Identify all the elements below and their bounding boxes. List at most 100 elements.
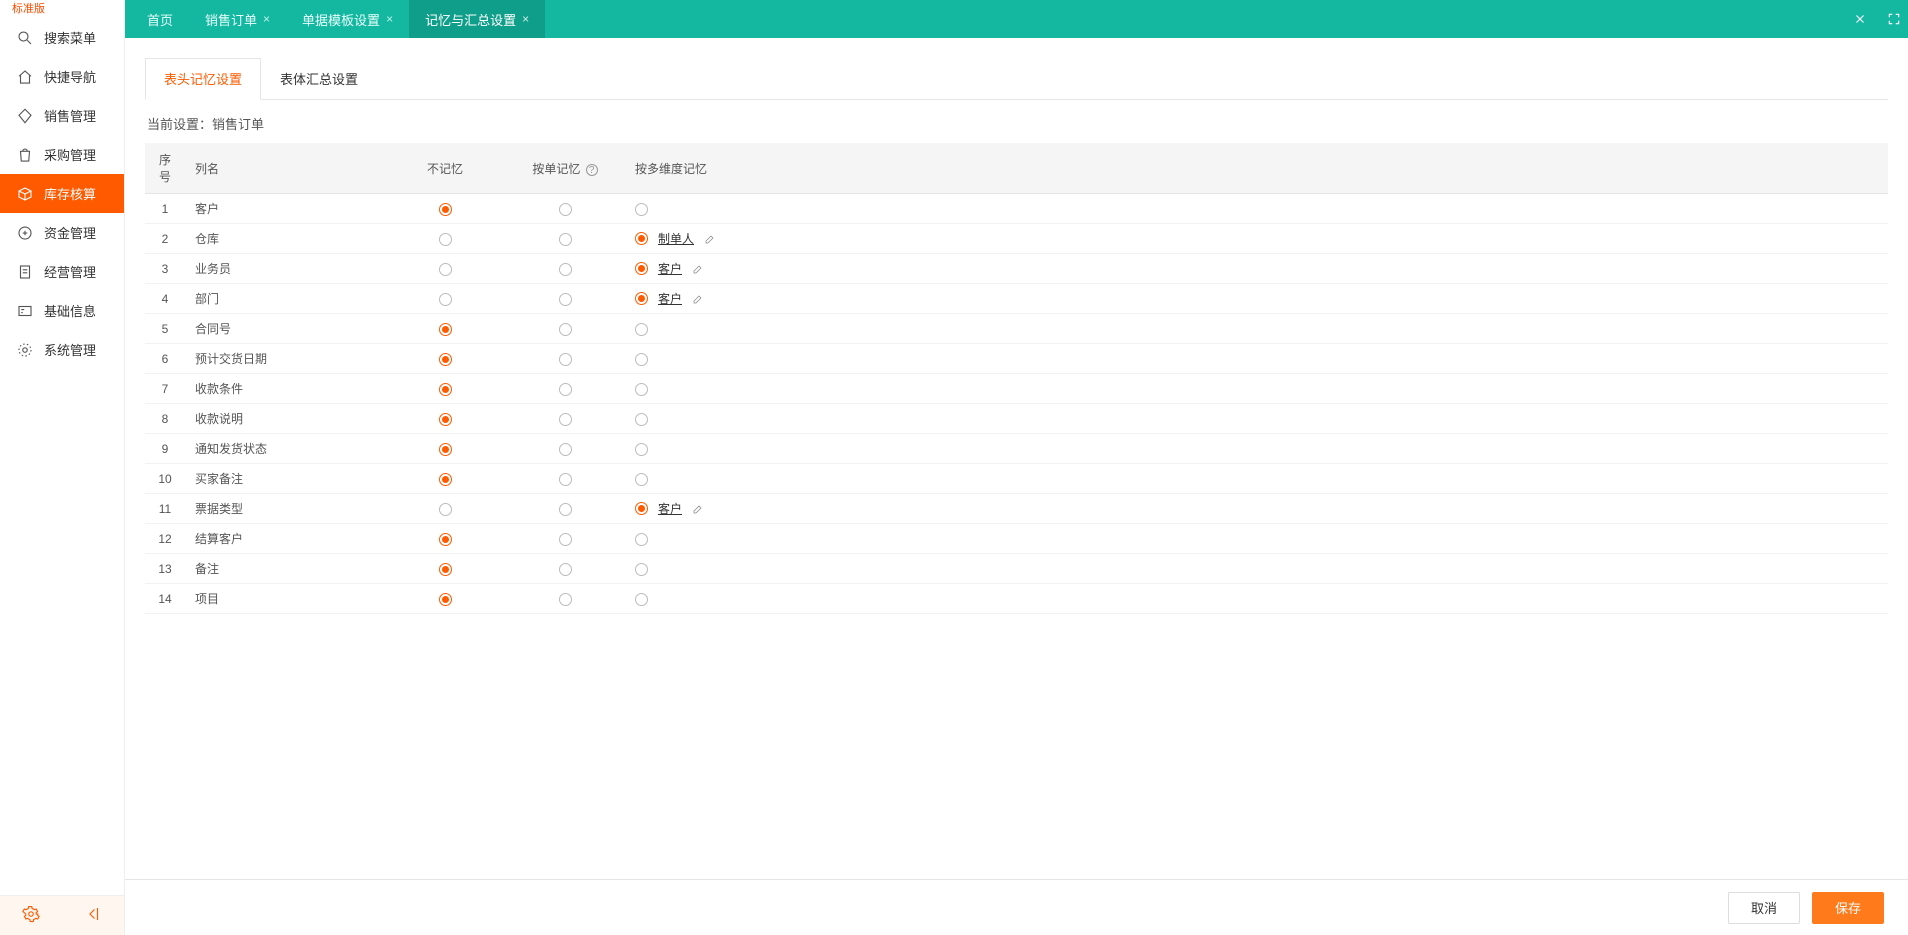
radio-by-order[interactable] [559, 323, 572, 336]
cell-name: 买家备注 [185, 464, 385, 494]
radio-by-order[interactable] [559, 413, 572, 426]
radio-dim[interactable] [635, 262, 648, 275]
radio-no-memory[interactable] [439, 563, 452, 576]
radio-by-order[interactable] [559, 533, 572, 546]
radio-by-order[interactable] [559, 293, 572, 306]
cell-seq: 7 [145, 374, 185, 404]
home-icon [16, 68, 34, 86]
tab-label: 销售订单 [205, 10, 257, 29]
radio-no-memory[interactable] [439, 383, 452, 396]
radio-no-memory[interactable] [439, 233, 452, 246]
radio-dim[interactable] [635, 323, 648, 336]
radio-no-memory[interactable] [439, 203, 452, 216]
radio-dim[interactable] [635, 383, 648, 396]
table-row: 7 收款条件 [145, 374, 1888, 404]
radio-no-memory[interactable] [439, 323, 452, 336]
radio-by-order[interactable] [559, 593, 572, 606]
edit-icon[interactable] [692, 503, 704, 515]
sidebar-item-4[interactable]: 库存核算 [0, 174, 124, 213]
radio-no-memory[interactable] [439, 473, 452, 486]
cancel-button[interactable]: 取消 [1728, 892, 1800, 924]
fullscreen-icon[interactable] [1880, 0, 1908, 38]
cell-seq: 9 [145, 434, 185, 464]
tab-label: 单据模板设置 [302, 10, 380, 29]
tab-close-icon[interactable]: × [386, 12, 393, 26]
dim-link[interactable]: 客户 [658, 290, 682, 307]
edit-icon[interactable] [692, 293, 704, 305]
help-icon[interactable]: ? [586, 164, 598, 176]
tab-1[interactable]: 销售订单 × [189, 0, 286, 38]
table-row: 11 票据类型 客户 [145, 494, 1888, 524]
sidebar-item-0[interactable]: 搜索菜单 [0, 18, 124, 57]
radio-by-order[interactable] [559, 563, 572, 576]
table-row: 6 预计交货日期 [145, 344, 1888, 374]
sidebar-item-6[interactable]: 经营管理 [0, 252, 124, 291]
radio-by-order[interactable] [559, 503, 572, 516]
cell-name: 仓库 [185, 224, 385, 254]
dim-link[interactable]: 客户 [658, 260, 682, 277]
radio-no-memory[interactable] [439, 293, 452, 306]
radio-by-order[interactable] [559, 203, 572, 216]
inner-tab-0[interactable]: 表头记忆设置 [145, 58, 261, 100]
table-row: 13 备注 [145, 554, 1888, 584]
radio-no-memory[interactable] [439, 443, 452, 456]
radio-dim[interactable] [635, 473, 648, 486]
collapse-icon[interactable] [84, 905, 102, 926]
edit-icon[interactable] [692, 263, 704, 275]
edit-icon[interactable] [704, 233, 716, 245]
radio-dim[interactable] [635, 292, 648, 305]
sidebar-item-3[interactable]: 采购管理 [0, 135, 124, 174]
table-row: 12 结算客户 [145, 524, 1888, 554]
radio-no-memory[interactable] [439, 353, 452, 366]
radio-no-memory[interactable] [439, 263, 452, 276]
sidebar-item-2[interactable]: 销售管理 [0, 96, 124, 135]
sidebar-item-7[interactable]: 基础信息 [0, 291, 124, 330]
tab-2[interactable]: 单据模板设置 × [286, 0, 409, 38]
bag-icon [16, 146, 34, 164]
radio-dim[interactable] [635, 413, 648, 426]
radio-by-order[interactable] [559, 383, 572, 396]
radio-no-memory[interactable] [439, 533, 452, 546]
radio-dim[interactable] [635, 502, 648, 515]
radio-dim[interactable] [635, 232, 648, 245]
col-by-dim: 按多维度记忆 [625, 143, 1888, 194]
tab-close-icon[interactable]: × [263, 12, 270, 26]
tab-label: 首页 [147, 10, 173, 29]
tab-close-icon[interactable]: × [522, 12, 529, 26]
radio-dim[interactable] [635, 593, 648, 606]
table-row: 3 业务员 客户 [145, 254, 1888, 284]
sidebar-item-label: 搜索菜单 [44, 28, 96, 47]
radio-by-order[interactable] [559, 233, 572, 246]
sidebar-item-1[interactable]: 快捷导航 [0, 57, 124, 96]
dim-link[interactable]: 制单人 [658, 230, 694, 247]
radio-dim[interactable] [635, 563, 648, 576]
gear-icon [16, 341, 34, 359]
sidebar-item-5[interactable]: 资金管理 [0, 213, 124, 252]
dim-link[interactable]: 客户 [658, 500, 682, 517]
radio-no-memory[interactable] [439, 503, 452, 516]
radio-no-memory[interactable] [439, 593, 452, 606]
inner-tab-1[interactable]: 表体汇总设置 [261, 58, 377, 99]
close-all-tabs-icon[interactable] [1846, 0, 1874, 38]
radio-dim[interactable] [635, 533, 648, 546]
tab-0[interactable]: 首页 [131, 0, 189, 38]
sidebar-item-8[interactable]: 系统管理 [0, 330, 124, 369]
settings-icon[interactable] [22, 905, 40, 926]
cell-name: 收款条件 [185, 374, 385, 404]
radio-dim[interactable] [635, 203, 648, 216]
radio-by-order[interactable] [559, 353, 572, 366]
save-button[interactable]: 保存 [1812, 892, 1884, 924]
radio-by-order[interactable] [559, 443, 572, 456]
radio-by-order[interactable] [559, 473, 572, 486]
radio-dim[interactable] [635, 443, 648, 456]
current-setting-label: 当前设置：销售订单 [147, 114, 1888, 133]
table-row: 1 客户 [145, 194, 1888, 224]
radio-dim[interactable] [635, 353, 648, 366]
sidebar-item-label: 基础信息 [44, 301, 96, 320]
cell-seq: 3 [145, 254, 185, 284]
cell-seq: 10 [145, 464, 185, 494]
radio-no-memory[interactable] [439, 413, 452, 426]
sidebar-item-label: 销售管理 [44, 106, 96, 125]
tab-3[interactable]: 记忆与汇总设置× [409, 0, 545, 38]
radio-by-order[interactable] [559, 263, 572, 276]
